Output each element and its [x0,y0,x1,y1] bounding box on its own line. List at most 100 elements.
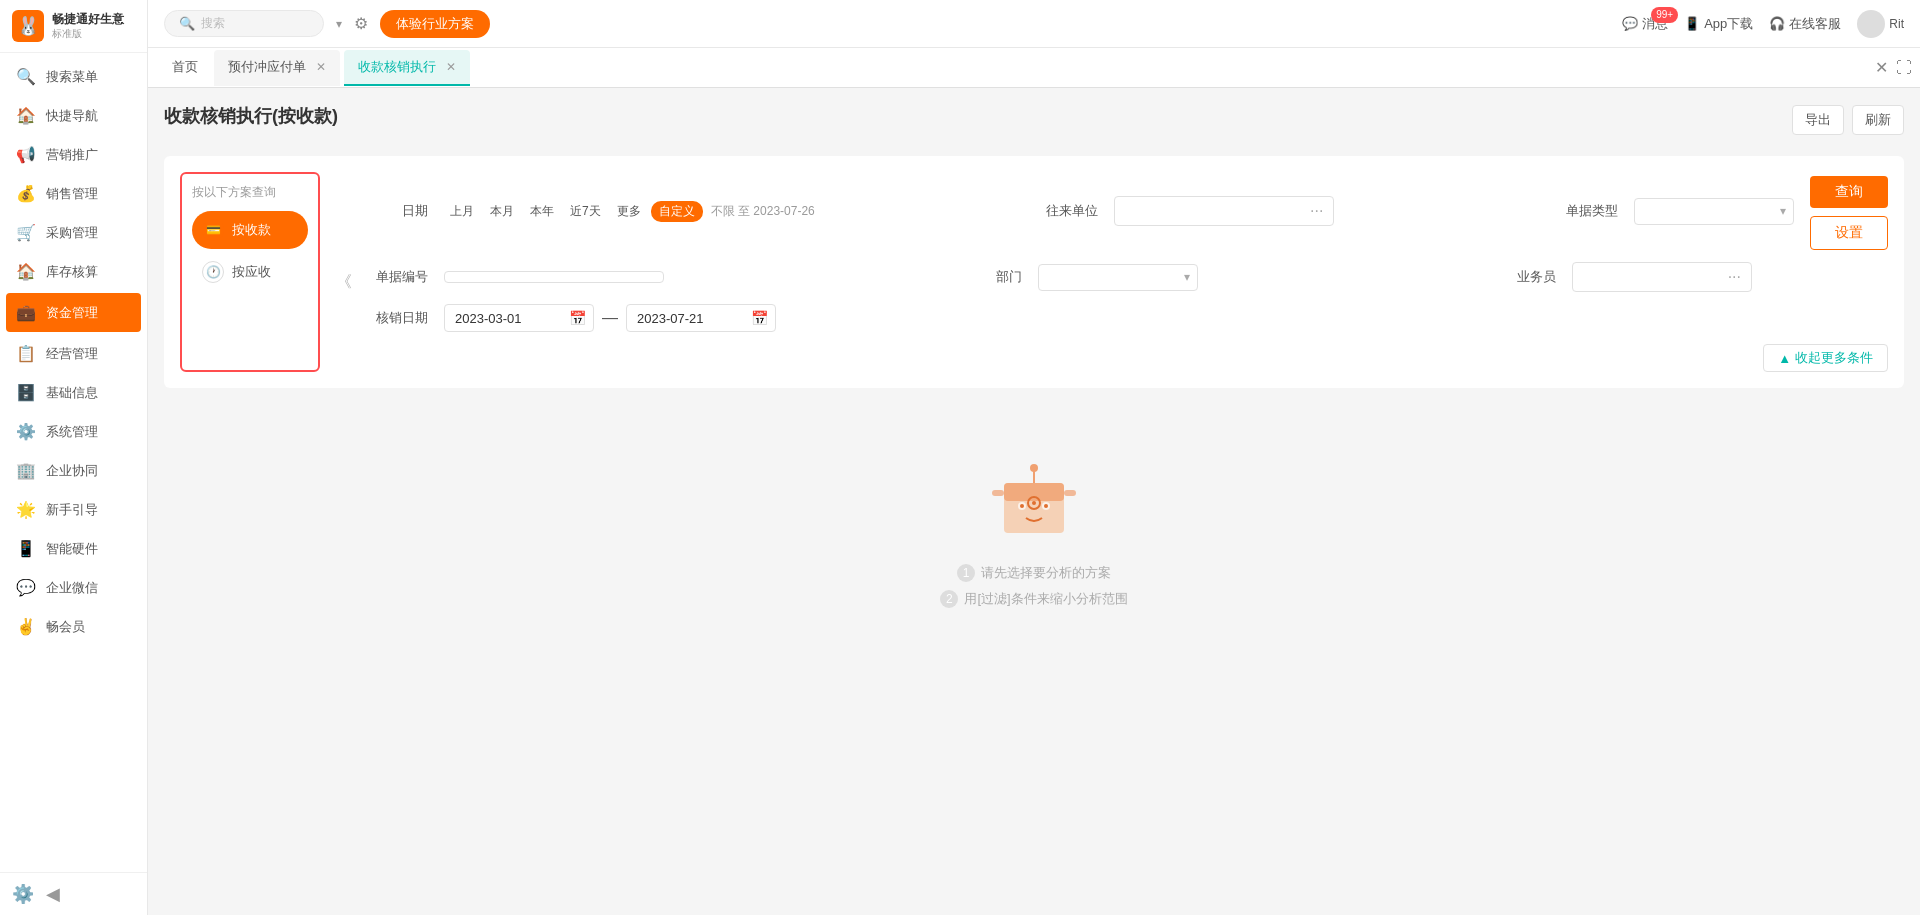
doc-num-input[interactable] [444,271,664,283]
tab-home[interactable]: 首页 [156,50,214,86]
hint-num-2: 2 [940,590,958,608]
sidebar-item-quicknav[interactable]: 🏠 快捷导航 [0,96,147,135]
date-tab-7days[interactable]: 近7天 [564,201,607,222]
filter-row-1: 日期 上月 本月 本年 近7天 更多 自定义 不限 至 2023-07-26 往… [368,172,1888,250]
sidebar-item-system[interactable]: ⚙️ 系统管理 [0,412,147,451]
collapse-conditions-button[interactable]: ▲ 收起更多条件 [1763,344,1888,372]
collapse-icon[interactable]: ◀ [46,883,60,905]
date-tab-this-month[interactable]: 本月 [484,201,520,222]
inventory-icon: 🏠 [16,262,36,281]
receipt-icon: 💳 [202,219,224,241]
filter-row-3: 核销日期 📅 — 📅 [368,304,1888,332]
sidebar-item-corp-label: 企业协同 [46,462,98,480]
user-name: Rit [1889,17,1904,31]
user-profile[interactable]: Rit [1857,10,1904,38]
sidebar-item-inventory[interactable]: 🏠 库存核算 [0,252,147,291]
sidebar-item-sales[interactable]: 💰 销售管理 [0,174,147,213]
sidebar-item-marketing[interactable]: 📢 营销推广 [0,135,147,174]
sidebar-item-purchase[interactable]: 🛒 采购管理 [0,213,147,252]
logo-icon: 🐰 [12,10,44,42]
export-button[interactable]: 导出 [1792,105,1844,135]
counterpart-dots-icon[interactable]: ··· [1310,202,1323,220]
date-tab-this-year[interactable]: 本年 [524,201,560,222]
collapse-btn-label: 收起更多条件 [1795,349,1873,367]
filter-sidebar-title: 按以下方案查询 [192,184,308,201]
sidebar-item-system-label: 系统管理 [46,423,98,441]
sidebar-item-guide[interactable]: 🌟 新手引导 [0,490,147,529]
svg-rect-1 [1004,483,1064,501]
message-badge: 99+ [1651,7,1678,23]
tab-expand-icon[interactable]: ⛶ [1896,59,1912,77]
message-icon: 💬 [1622,16,1638,31]
online-service-label: 在线客服 [1789,15,1841,33]
query-button[interactable]: 查询 [1810,176,1888,208]
search-icon: 🔍 [16,67,36,86]
verify-date-range: 📅 — 📅 [444,304,776,332]
empty-hint-1: 1 请先选择要分析的方案 [957,564,1111,582]
empty-hint-2: 2 用[过滤]条件来缩小分析范围 [940,590,1127,608]
settings-icon[interactable]: ⚙️ [12,883,34,905]
filter-by-receivable[interactable]: 🕐 按应收 [192,253,308,291]
tab-receipt-verify-label: 收款核销执行 [358,58,436,76]
doc-type-select[interactable] [1634,198,1794,225]
sidebar-item-member[interactable]: ✌️ 畅会员 [0,607,147,646]
tab-prepay-label: 预付冲应付单 [228,58,306,76]
tab-close-all-icon[interactable]: ✕ [1875,58,1888,77]
cal-start-icon[interactable]: 📅 [569,310,586,326]
search-input[interactable]: 🔍 搜索 [164,10,324,37]
message-item[interactable]: 💬 消息 99+ [1622,15,1668,33]
dept-label: 部门 [962,268,1022,286]
tab-prepay-close-icon[interactable]: ✕ [316,60,326,74]
solution-button[interactable]: 体验行业方案 [380,10,490,38]
sidebar: 🐰 畅捷通好生意 标准版 🔍 搜索菜单 🏠 快捷导航 📢 营销推广 💰 销售管理… [0,0,148,915]
logo-line1: 畅捷通好生意 [52,11,124,28]
sidebar-item-search[interactable]: 🔍 搜索菜单 [0,57,147,96]
verify-date-end-input[interactable]: 📅 [626,304,776,332]
tab-prepay[interactable]: 预付冲应付单 ✕ [214,50,340,86]
verify-date-end-field[interactable] [637,311,747,326]
doc-type-label: 单据类型 [1558,202,1618,220]
tab-receipt-verify[interactable]: 收款核销执行 ✕ [344,50,470,86]
header-chevron-icon[interactable]: ▾ [336,17,342,31]
sidebar-item-wechat[interactable]: 💬 企业微信 [0,568,147,607]
filter-by-receipt[interactable]: 💳 按收款 [192,211,308,249]
filter-main: 日期 上月 本月 本年 近7天 更多 自定义 不限 至 2023-07-26 往… [368,172,1888,372]
verify-date-label: 核销日期 [368,309,428,327]
sidebar-item-biz[interactable]: 📋 经营管理 [0,334,147,373]
date-tab-last-month[interactable]: 上月 [444,201,480,222]
date-tabs: 上月 本月 本年 近7天 更多 自定义 不限 至 2023-07-26 [444,201,815,222]
app-download-item[interactable]: 📱 App下载 [1684,15,1753,33]
corp-icon: 🏢 [16,461,36,480]
header-gear-icon[interactable]: ⚙ [354,14,368,33]
sidebar-item-finance[interactable]: 💼 资金管理 [6,293,141,332]
sidebar-item-hardware[interactable]: 📱 智能硬件 [0,529,147,568]
sidebar-item-base[interactable]: 🗄️ 基础信息 [0,373,147,412]
receivable-icon: 🕐 [202,261,224,283]
verify-date-start-input[interactable]: 📅 [444,304,594,332]
counterpart-input[interactable]: ··· [1114,196,1334,226]
refresh-button[interactable]: 刷新 [1852,105,1904,135]
staff-dots-icon[interactable]: ··· [1728,268,1741,286]
date-label: 日期 [368,202,428,220]
sidebar-item-corp[interactable]: 🏢 企业协同 [0,451,147,490]
sidebar-nav: 🔍 搜索菜单 🏠 快捷导航 📢 营销推广 💰 销售管理 🛒 采购管理 🏠 库存核… [0,53,147,872]
filter-by-receivable-label: 按应收 [232,263,271,281]
settings-button[interactable]: 设置 [1810,216,1888,250]
member-icon: ✌️ [16,617,36,636]
date-tab-custom[interactable]: 自定义 [651,201,703,222]
filter-toggle[interactable]: 《 [332,192,356,372]
date-unlimited: 不限 至 2023-07-26 [711,203,815,220]
empty-state: 1 请先选择要分析的方案 2 用[过滤]条件来缩小分析范围 [164,388,1904,668]
sales-icon: 💰 [16,184,36,203]
staff-label: 业务员 [1496,268,1556,286]
filter-row-2: 单据编号 部门 ▾ 业务员 [368,262,1888,292]
dept-select[interactable] [1038,264,1198,291]
verify-date-start-field[interactable] [455,311,565,326]
tab-receipt-verify-close-icon[interactable]: ✕ [446,60,456,74]
cal-end-icon[interactable]: 📅 [751,310,768,326]
dept-select-wrap: ▾ [1038,264,1198,291]
date-tab-more[interactable]: 更多 [611,201,647,222]
online-service-item[interactable]: 🎧 在线客服 [1769,15,1841,33]
staff-input[interactable]: ··· [1572,262,1752,292]
svg-rect-7 [1064,490,1076,496]
